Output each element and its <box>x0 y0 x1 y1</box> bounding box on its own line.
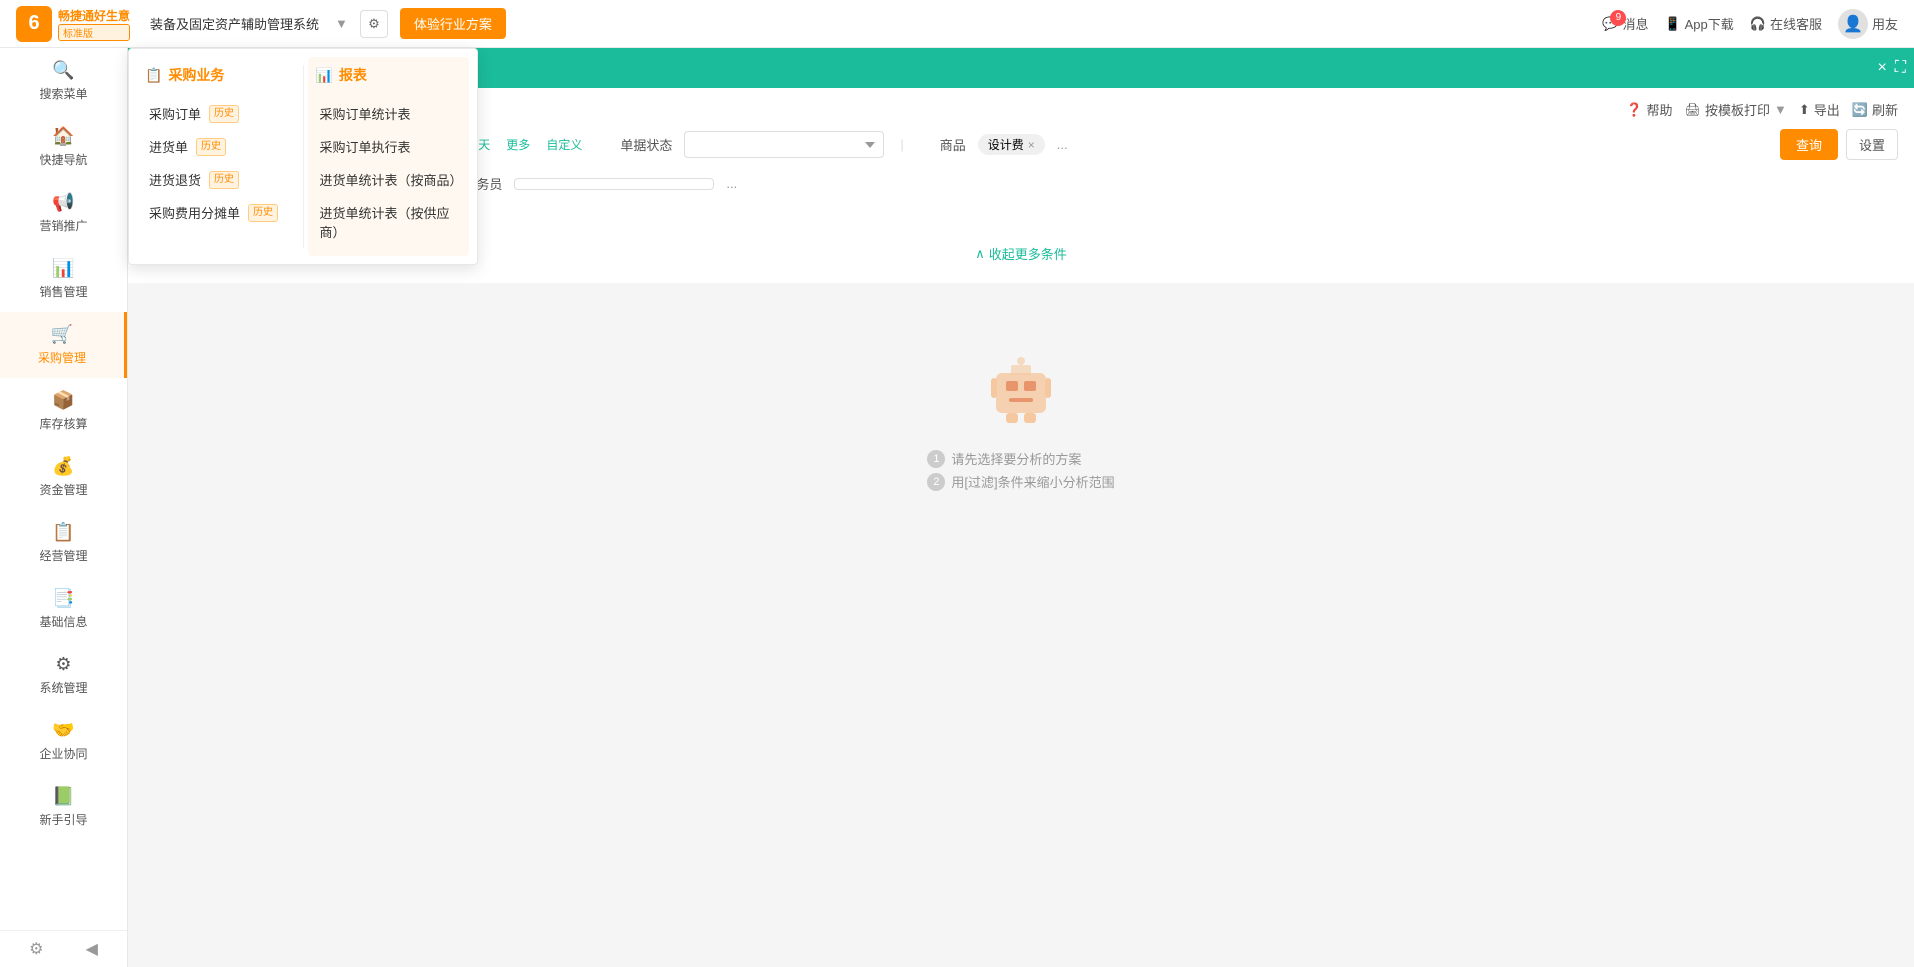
menu-item-goods-receipt[interactable]: 进货单 历史 <box>145 130 291 163</box>
purchase-section-icon: 📋 <box>145 67 162 84</box>
history-badge: 历史 <box>209 171 239 189</box>
menu-item-goods-receipt-stats[interactable]: 进货单统计表（按商品） <box>316 163 462 196</box>
goods-receipt-label: 进货单 <box>149 137 188 156</box>
purchase-expense-label: 采购费用分摊单 <box>149 203 240 222</box>
purchase-section-title: 📋 采购业务 <box>145 65 291 85</box>
menu-item-goods-supplier-stats[interactable]: 进货单统计表（按供应商） <box>316 196 462 248</box>
report-section: 📊 报表 采购订单统计表 采购订单执行表 进货单统计表（按商品） 进货单统计表（… <box>308 57 470 256</box>
report-section-title: 📊 报表 <box>316 65 462 85</box>
menu-divider <box>303 65 304 248</box>
purchase-dropdown-menu: 📋 采购业务 采购订单 历史 进货单 历史 进货退货 历史 采购费用分摊单 历史… <box>128 48 478 265</box>
menu-item-purchase-order-stats[interactable]: 采购订单统计表 <box>316 97 462 130</box>
menu-item-purchase-order[interactable]: 采购订单 历史 <box>145 97 291 130</box>
history-badge: 历史 <box>248 204 278 222</box>
menu-item-purchase-expense[interactable]: 采购费用分摊单 历史 <box>145 196 291 229</box>
report-section-icon: 📊 <box>316 67 333 84</box>
purchase-return-label: 进货退货 <box>149 170 201 189</box>
history-badge: 历史 <box>209 105 239 123</box>
menu-item-purchase-order-exec[interactable]: 采购订单执行表 <box>316 130 462 163</box>
purchase-business-section: 📋 采购业务 采购订单 历史 进货单 历史 进货退货 历史 采购费用分摊单 历史 <box>145 65 291 248</box>
history-badge: 历史 <box>196 138 226 156</box>
menu-item-purchase-return[interactable]: 进货退货 历史 <box>145 163 291 196</box>
purchase-order-label: 采购订单 <box>149 104 201 123</box>
